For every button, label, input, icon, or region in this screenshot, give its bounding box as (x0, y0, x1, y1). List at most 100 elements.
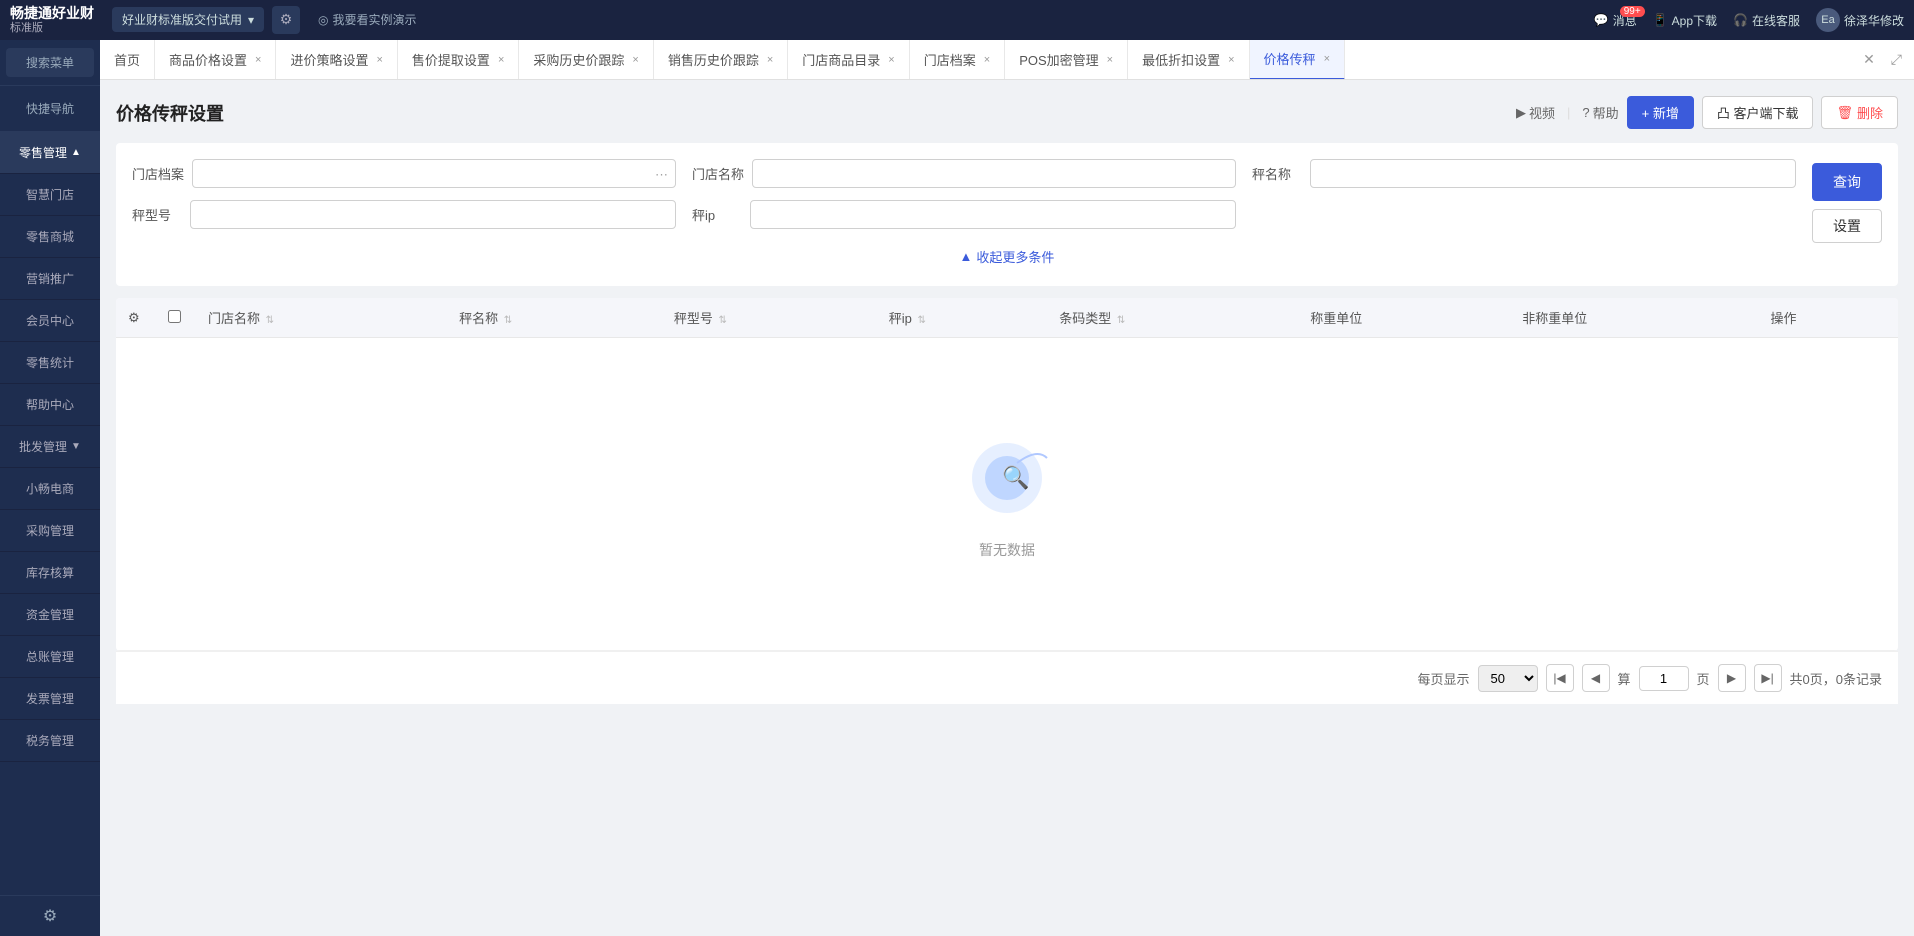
tab-sales-history-close[interactable]: × (767, 54, 773, 66)
demo-button[interactable]: ◎ 我要看实例演示 (318, 11, 417, 28)
general-ledger-label: 总账管理 (26, 648, 74, 665)
search-menu-btn[interactable]: 搜索菜单 (6, 48, 94, 77)
store-file-input-wrapper: ··· (192, 159, 676, 188)
tab-price-scale-label: 价格传秤 (1264, 49, 1316, 68)
message-btn[interactable]: 💬 消息 99+ (1594, 12, 1637, 29)
tab-sales-history[interactable]: 销售历史价跟踪 × (654, 40, 788, 80)
sidebar-item-member[interactable]: 会员中心 (0, 300, 100, 342)
sidebar-item-tax[interactable]: 税务管理 (0, 720, 100, 762)
tab-selling-price[interactable]: 售价提取设置 × (398, 40, 519, 80)
store-name-input[interactable] (752, 159, 1236, 188)
store-file-input[interactable] (192, 159, 676, 188)
sidebar-item-retail[interactable]: 零售管理 ▲ (0, 132, 100, 174)
user-name: 徐泽华修改 (1844, 12, 1904, 29)
capital-label: 资金管理 (26, 606, 74, 623)
tab-store-catalog[interactable]: 门店商品目录 × (788, 40, 909, 80)
tab-home[interactable]: 首页 (100, 40, 155, 80)
scale-name-input[interactable] (1310, 159, 1796, 188)
help-label: 帮助中心 (26, 396, 74, 413)
tab-price-settings[interactable]: 商品价格设置 × (155, 40, 276, 80)
scale-model-label: 秤型号 (132, 205, 182, 224)
sidebar-item-purchase[interactable]: 采购管理 (0, 510, 100, 552)
more-options-icon[interactable]: ··· (655, 166, 668, 181)
scale-model-input[interactable] (190, 200, 676, 229)
tab-purchase-history-close[interactable]: × (632, 54, 638, 66)
select-all-checkbox[interactable] (168, 310, 181, 323)
tab-store-catalog-close[interactable]: × (888, 54, 894, 66)
demo-icon: ◎ (318, 13, 328, 27)
tab-min-discount[interactable]: 最低折扣设置 × (1128, 40, 1249, 80)
tab-price-scale-close[interactable]: × (1324, 53, 1330, 65)
tab-selling-price-close[interactable]: × (498, 54, 504, 66)
retail-stats-label: 零售统计 (26, 354, 74, 371)
page-size-select[interactable]: 10 20 50 100 (1478, 665, 1538, 692)
sidebar-item-capital[interactable]: 资金管理 (0, 594, 100, 636)
settings-gear-icon[interactable]: ⚙ (128, 310, 140, 325)
user-menu-btn[interactable]: Ea 徐泽华修改 (1816, 8, 1904, 32)
data-table: ⚙ 门店名称 ⇅ 秤名称 (116, 298, 1898, 651)
tab-min-discount-close[interactable]: × (1228, 54, 1234, 66)
sort-icon-barcode-type: ⇅ (1117, 315, 1125, 326)
table-head: ⚙ 门店名称 ⇅ 秤名称 (116, 298, 1898, 338)
set-btn[interactable]: 设置 (1812, 209, 1882, 243)
purchase-label: 采购管理 (26, 522, 74, 539)
first-page-btn[interactable]: |◀ (1546, 664, 1574, 692)
th-scale-ip: 秤ip ⇅ (877, 298, 1048, 338)
tab-purchase-strategy-close[interactable]: × (376, 54, 382, 66)
sidebar-item-invoice[interactable]: 发票管理 (0, 678, 100, 720)
video-icon: ▶ (1516, 105, 1526, 121)
settings-icon-btn[interactable]: ⚙ (272, 6, 300, 34)
sidebar-item-inventory[interactable]: 库存核算 (0, 552, 100, 594)
video-link[interactable]: ▶ 视频 (1516, 103, 1555, 122)
empty-state: 🔍 暂无数据 (128, 348, 1886, 640)
tab-purchase-strategy[interactable]: 进价策略设置 × (276, 40, 397, 80)
sidebar-item-smart-store[interactable]: 智慧门店 (0, 174, 100, 216)
sidebar-item-retail-mall[interactable]: 零售商城 (0, 216, 100, 258)
version-selector[interactable]: 好业财标准版交付试用 ▾ (112, 7, 264, 32)
tab-pos-management[interactable]: POS加密管理 × (1005, 40, 1128, 80)
delete-btn[interactable]: 🗑 删除 (1821, 96, 1898, 129)
message-badge: 99+ (1620, 6, 1645, 17)
th-store-name: 门店名称 ⇅ (196, 298, 447, 338)
th-scale-model-label: 秤型号 (674, 311, 713, 326)
sidebar-item-marketing[interactable]: 营销推广 (0, 258, 100, 300)
tab-store-file-close[interactable]: × (984, 54, 990, 66)
page-input[interactable]: 1 (1639, 666, 1689, 691)
scale-ip-input[interactable] (750, 200, 1236, 229)
app-logo: 畅捷通好业财 标准版 (10, 5, 94, 35)
sidebar-item-xiaochang[interactable]: 小畅电商 (0, 468, 100, 510)
th-barcode-type: 条码类型 ⇅ (1047, 298, 1298, 338)
next-page-btn[interactable]: ▶ (1718, 664, 1746, 692)
help-circle-icon: ? (1582, 105, 1589, 120)
online-service-btn[interactable]: 🎧 在线客服 (1733, 12, 1800, 29)
xiaochang-label: 小畅电商 (26, 480, 74, 497)
sidebar-item-general-ledger[interactable]: 总账管理 (0, 636, 100, 678)
sidebar-settings-btn[interactable]: ⚙ (43, 906, 57, 926)
tab-purchase-history[interactable]: 采购历史价跟踪 × (519, 40, 653, 80)
tab-bar-actions: ✕ ⤢ (1851, 47, 1914, 72)
help-link[interactable]: ? 帮助 (1582, 103, 1618, 122)
tab-price-settings-close[interactable]: × (255, 54, 261, 66)
tab-pos-management-close[interactable]: × (1107, 54, 1113, 66)
tab-price-scale[interactable]: 价格传秤 × (1250, 40, 1345, 80)
form-item-scale-name: 秤名称 (1252, 159, 1796, 188)
sidebar-item-help[interactable]: 帮助中心 (0, 384, 100, 426)
form-item-store-file: 门店档案 ··· (132, 159, 676, 188)
tab-close-all-btn[interactable]: ✕ (1859, 47, 1879, 72)
collapse-btn[interactable]: ▲ 收起更多条件 (132, 243, 1882, 270)
prev-page-btn[interactable]: ◀ (1582, 664, 1610, 692)
tab-expand-btn[interactable]: ⤢ (1887, 47, 1906, 72)
download-btn[interactable]: 凸 客户端下载 (1702, 96, 1814, 129)
total-info: 共0页，0条记录 (1790, 669, 1882, 688)
sidebar-settings-area: ⚙ (0, 895, 100, 936)
help-label: 帮助 (1593, 103, 1619, 122)
last-page-btn[interactable]: ▶| (1754, 664, 1782, 692)
sidebar-item-wholesale[interactable]: 批发管理 ▼ (0, 426, 100, 468)
query-btn[interactable]: 查询 (1812, 163, 1882, 201)
quick-nav-btn[interactable]: 快捷导航 (0, 92, 100, 125)
tab-store-file[interactable]: 门店档案 × (910, 40, 1005, 80)
sidebar-item-retail-stats[interactable]: 零售统计 (0, 342, 100, 384)
app-download-btn[interactable]: 📱 App下载 (1653, 12, 1717, 29)
empty-state-row: 🔍 暂无数据 (116, 338, 1898, 651)
add-btn[interactable]: + 新增 (1627, 96, 1694, 129)
